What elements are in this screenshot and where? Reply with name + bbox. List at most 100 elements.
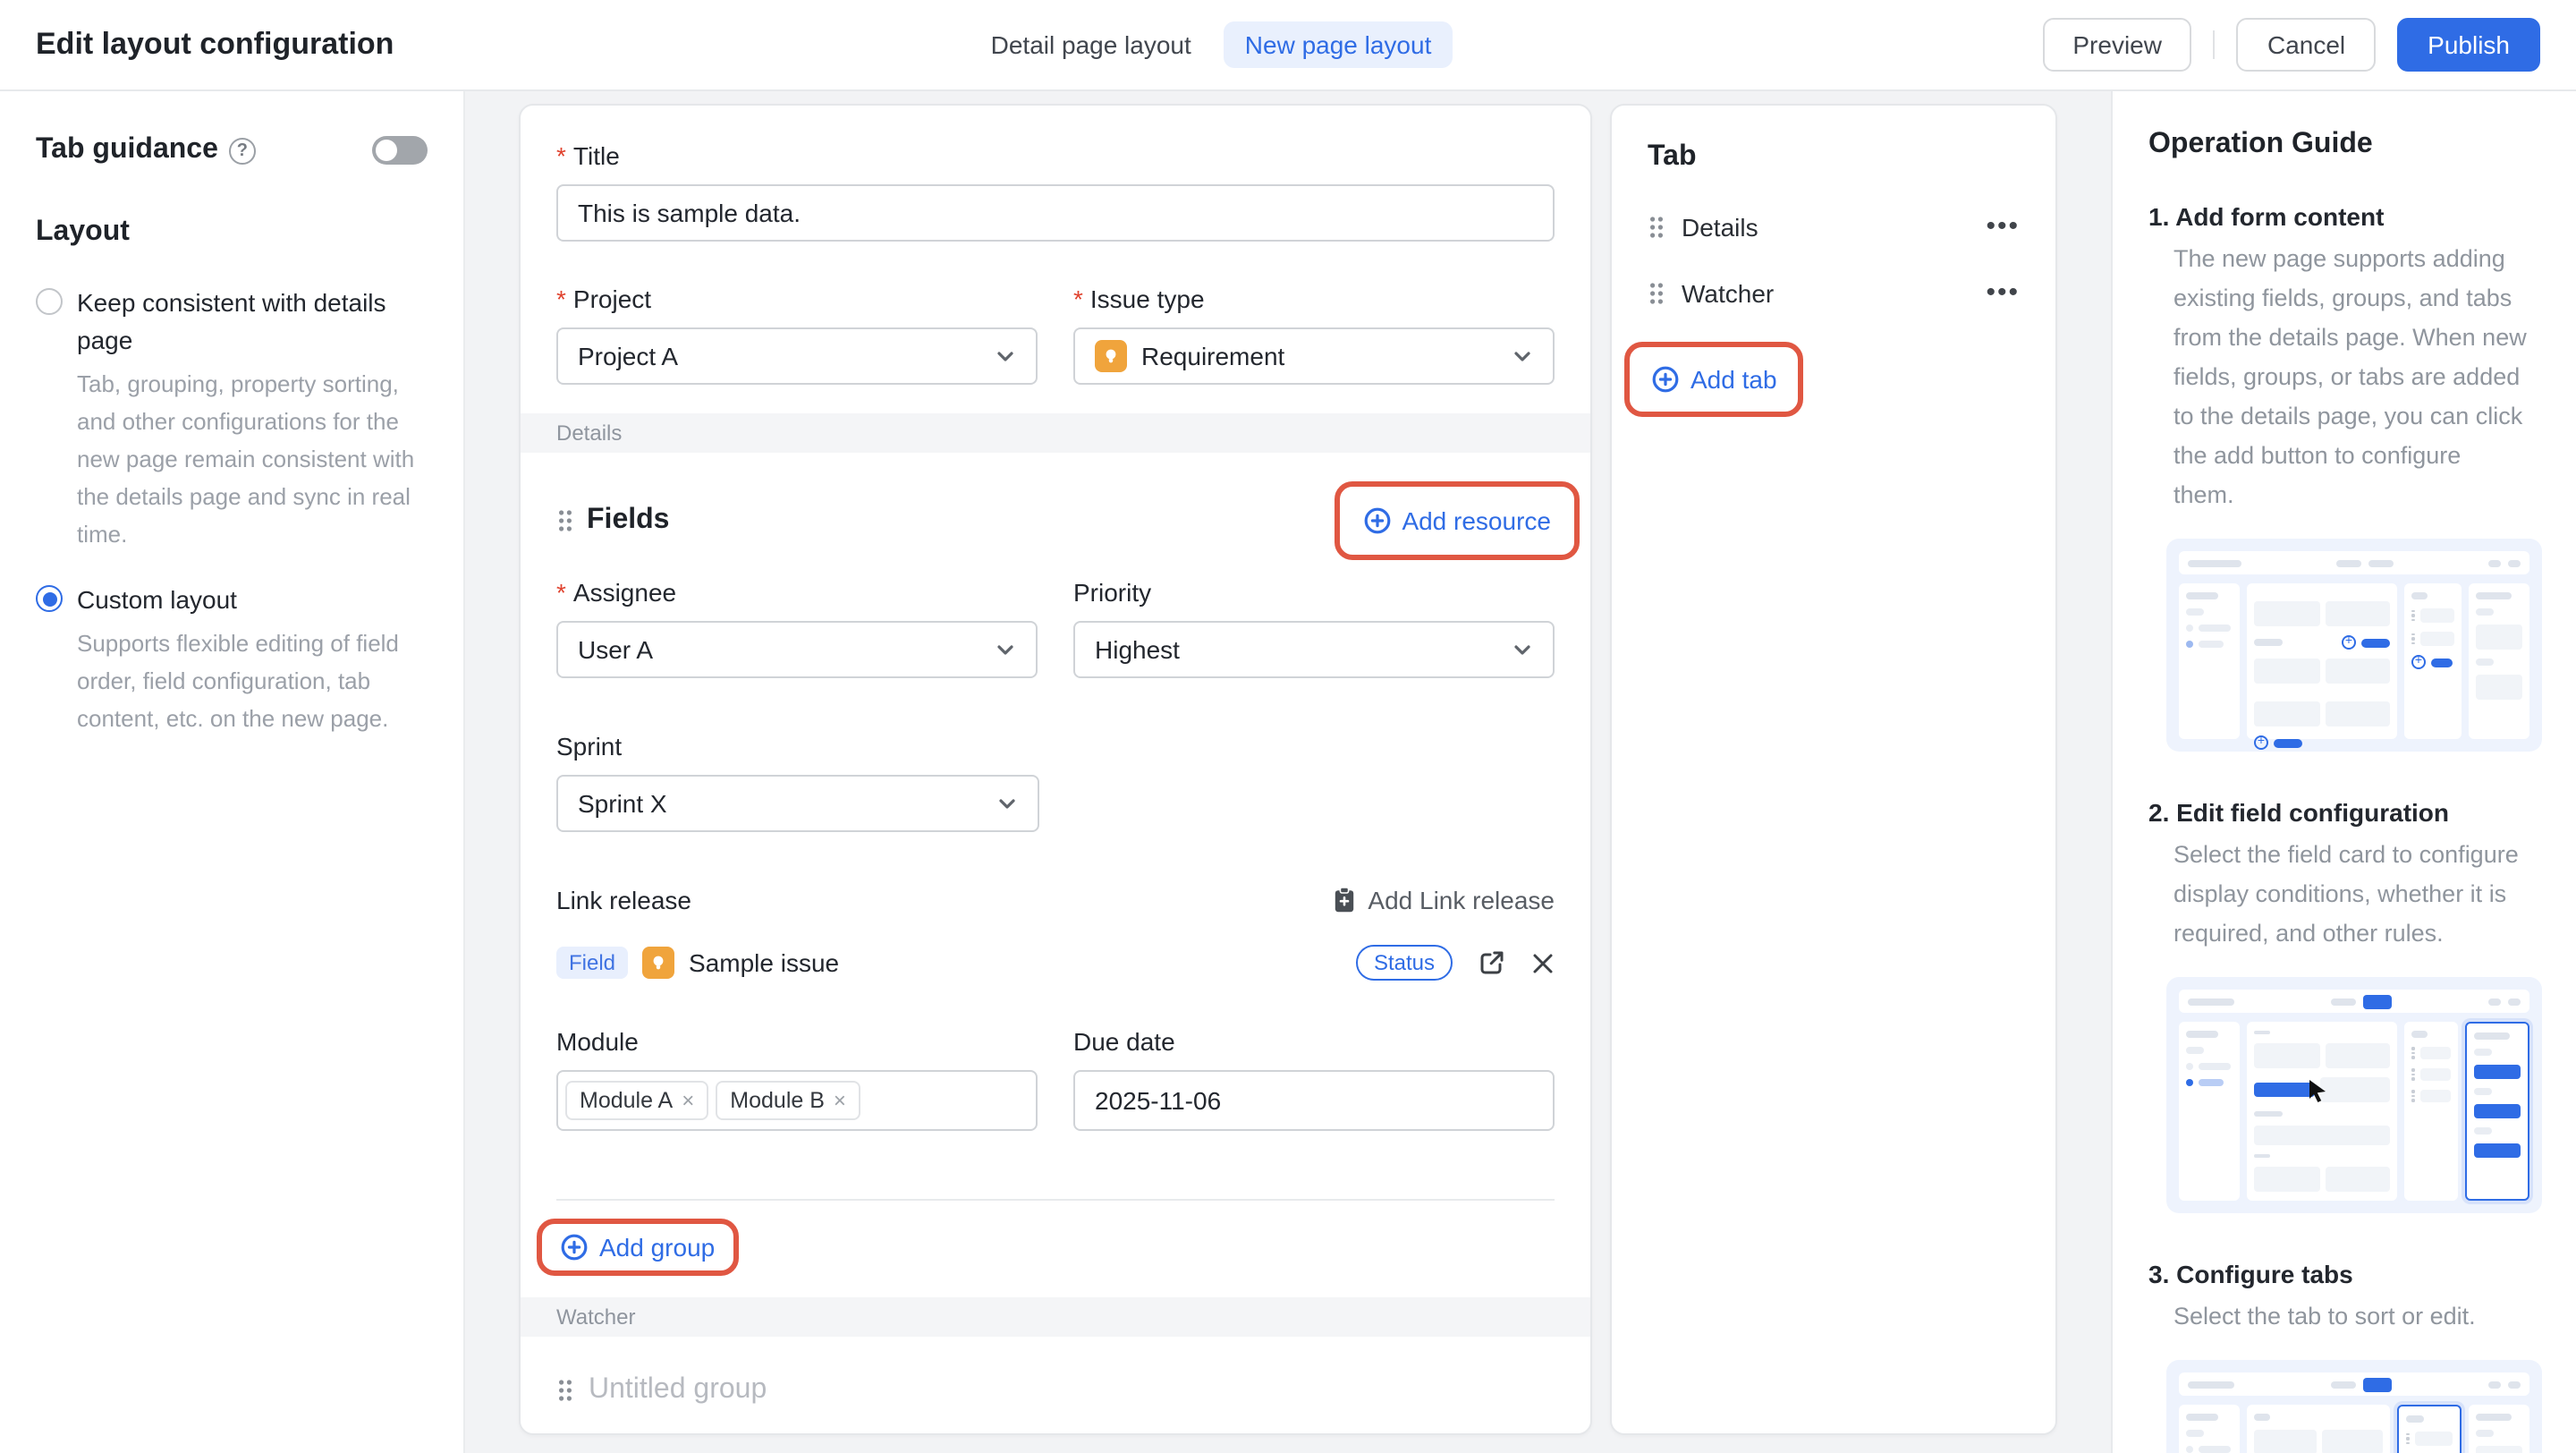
page-body: Tab guidance ? Layout Keep consistent wi… (0, 91, 2576, 1453)
chevron-down-icon (999, 799, 1015, 809)
option-label: Keep consistent with details page (77, 288, 386, 354)
module-multiselect[interactable]: Module A × Module B × (556, 1070, 1038, 1131)
chevron-down-icon (1514, 645, 1530, 655)
header-divider (2213, 30, 2216, 59)
plus-circle-icon (561, 1234, 588, 1261)
project-field-label: * Project (556, 285, 652, 313)
required-asterisk: * (556, 578, 566, 607)
guide-step-description: The new page supports adding existing fi… (2174, 245, 2527, 508)
page-title: Edit layout configuration (36, 27, 394, 61)
cursor-arrow-icon (2309, 1080, 2326, 1102)
drag-handle-icon[interactable] (556, 506, 574, 535)
remove-link-icon[interactable] (1531, 951, 1555, 974)
watcher-section-bar: Watcher (521, 1297, 1590, 1337)
radio-selected-icon[interactable] (36, 585, 63, 612)
module-field-label: Module (556, 1027, 639, 1056)
title-input[interactable]: This is sample data. (556, 184, 1555, 242)
layout-option-custom[interactable]: Custom layout Supports flexible editing … (36, 582, 428, 737)
chip-remove-icon[interactable]: × (682, 1088, 694, 1113)
guide-step-title: 1. Add form content (2148, 202, 2385, 231)
guide-step-description: Select the tab to sort or edit. (2174, 1303, 2476, 1330)
tab-panel-heading: Tab (1648, 141, 1697, 172)
issue-type-field-label: * Issue type (1073, 285, 1205, 313)
drag-handle-icon[interactable] (556, 1376, 574, 1405)
status-badge[interactable]: Status (1355, 945, 1453, 981)
cancel-button[interactable]: Cancel (2236, 18, 2377, 72)
tab-item-watcher[interactable]: Watcher ••• (1648, 276, 2020, 311)
due-date-field-label: Due date (1073, 1027, 1175, 1056)
due-date-input[interactable]: 2025-11-06 (1073, 1070, 1555, 1131)
issue-type-select[interactable]: Requirement (1073, 327, 1555, 385)
guide-step-title: 2. Edit field configuration (2148, 798, 2449, 827)
group-divider (556, 1199, 1555, 1201)
guide-step-title: 3. Configure tabs (2148, 1260, 2353, 1288)
add-resource-highlight-annotation: Add resource (1334, 481, 1580, 560)
header: Edit layout configuration Detail page la… (0, 0, 2576, 91)
open-in-new-icon[interactable] (1478, 948, 1506, 977)
tab-guidance-label: Tab guidance (36, 134, 218, 165)
tab-item-details[interactable]: Details ••• (1648, 209, 2020, 245)
add-tab-highlight-annotation: Add tab (1624, 342, 1804, 417)
tab-guidance-row: Tab guidance ? (36, 134, 428, 166)
required-asterisk: * (556, 141, 566, 170)
assignee-select[interactable]: User A (556, 621, 1038, 678)
canvas-area: * Title This is sample data. * Project P… (465, 91, 2111, 1453)
chevron-down-icon (997, 645, 1013, 655)
more-menu-icon[interactable]: ••• (1986, 279, 2020, 306)
plus-circle-icon (1364, 507, 1390, 534)
requirement-type-icon (1095, 340, 1127, 372)
help-icon[interactable]: ? (228, 137, 256, 164)
settings-sidebar: Tab guidance ? Layout Keep consistent wi… (0, 91, 465, 1453)
layout-mode-tabs: Detail page layout New page layout (970, 21, 1453, 68)
details-section-bar: Details (521, 413, 1590, 453)
priority-select[interactable]: Highest (1073, 621, 1555, 678)
add-group-highlight-annotation: Add group (537, 1219, 739, 1276)
form-preview-card: * Title This is sample data. * Project P… (519, 104, 1592, 1435)
add-resource-button[interactable]: Add resource (1362, 506, 1551, 535)
chevron-down-icon (1514, 352, 1530, 361)
add-group-button[interactable]: Add group (560, 1233, 715, 1262)
guide-illustration-edit-field-configuration (2166, 977, 2542, 1213)
fields-group-title: Fields (587, 505, 670, 535)
sprint-select[interactable]: Sprint X (556, 775, 1039, 832)
add-link-release-button[interactable]: Add Link release (1330, 886, 1555, 914)
project-select[interactable]: Project A (556, 327, 1038, 385)
edit-layout-configuration-page: Edit layout configuration Detail page la… (0, 0, 2576, 1453)
tab-panel-card: Tab Details ••• Watcher ••• Add tab (1610, 104, 2057, 1435)
tab-guidance-toggle[interactable] (372, 136, 428, 165)
radio-unselected-icon[interactable] (36, 288, 63, 315)
assignee-field-label: * Assignee (556, 578, 677, 607)
header-actions: Preview Cancel Publish (2042, 18, 2540, 72)
chip-remove-icon[interactable]: × (834, 1088, 846, 1113)
guide-illustration-add-form-content: + + + (2166, 539, 2542, 752)
linked-issue-title[interactable]: Sample issue (689, 948, 839, 977)
clipboard-plus-icon (1335, 887, 1353, 913)
tab-new-page-layout[interactable]: New page layout (1223, 21, 1453, 68)
field-badge: Field (556, 947, 629, 979)
tab-detail-page-layout[interactable]: Detail page layout (970, 21, 1213, 68)
option-description: Tab, grouping, property sorting, and oth… (77, 370, 415, 548)
operation-guide-heading: Operation Guide (2148, 129, 2373, 159)
layout-heading: Layout (36, 217, 130, 247)
drag-handle-icon[interactable] (1648, 279, 1665, 308)
sprint-field-label: Sprint (556, 732, 623, 760)
module-chip: Module A × (565, 1081, 709, 1120)
option-label: Custom layout (77, 585, 237, 614)
title-field-label: * Title (556, 141, 620, 170)
option-description: Supports flexible editing of field order… (77, 630, 399, 732)
link-release-label: Link release (556, 886, 691, 914)
preview-button[interactable]: Preview (2042, 18, 2192, 72)
add-tab-button[interactable]: Add tab (1651, 365, 1777, 394)
operation-guide-panel: Operation Guide 1. Add form content The … (2111, 91, 2576, 1453)
required-asterisk: * (556, 285, 566, 313)
required-asterisk: * (1073, 285, 1083, 313)
drag-handle-icon[interactable] (1648, 213, 1665, 242)
layout-option-consistent[interactable]: Keep consistent with details page Tab, g… (36, 285, 428, 553)
publish-button[interactable]: Publish (2397, 18, 2540, 72)
guide-step-description: Select the field card to configure displ… (2174, 841, 2519, 947)
plus-circle-icon (1652, 366, 1679, 393)
more-menu-icon[interactable]: ••• (1986, 213, 2020, 240)
priority-field-label: Priority (1073, 578, 1152, 607)
guide-illustration-configure-tabs (2166, 1360, 2542, 1453)
untitled-group-title: Untitled group (589, 1374, 767, 1405)
